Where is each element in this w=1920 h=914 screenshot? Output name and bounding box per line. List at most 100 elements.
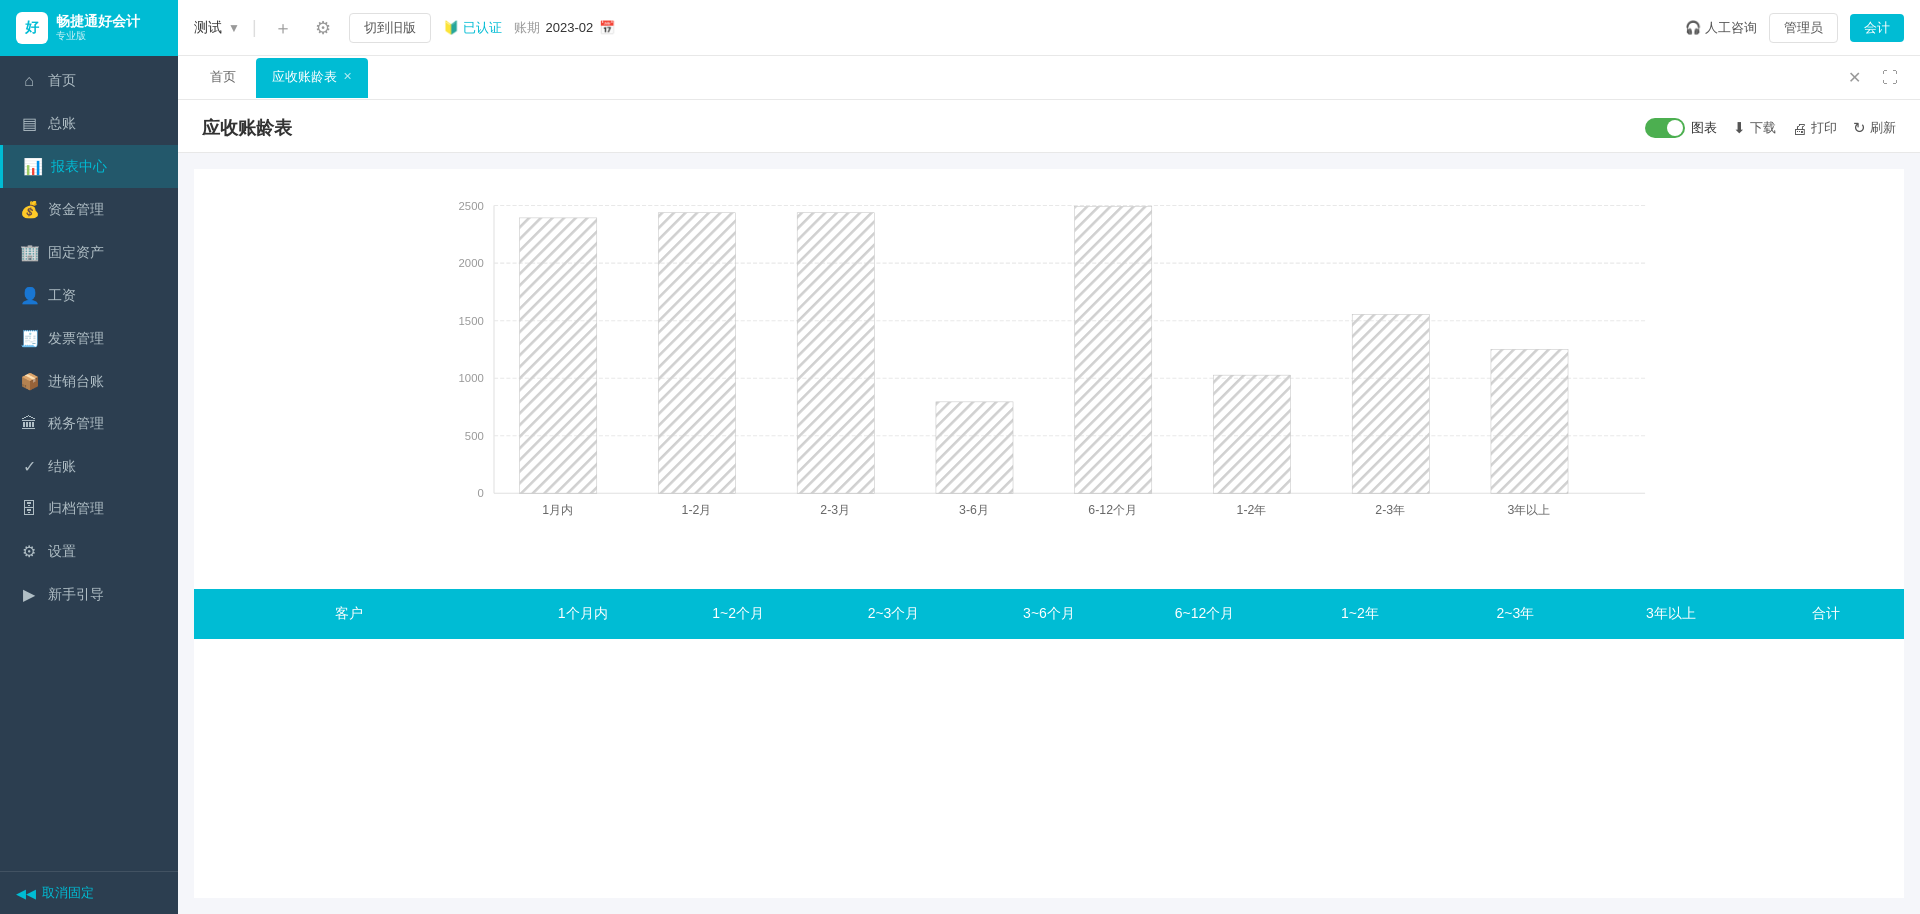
tab-close-icon[interactable]: ✕	[343, 70, 352, 83]
sidebar-label-checkout: 结账	[48, 458, 76, 476]
sidebar-item-general-ledger[interactable]: ▤ 总账	[0, 102, 178, 145]
topbar-gear-icon[interactable]: ⚙	[309, 14, 337, 42]
bar-3	[797, 213, 874, 494]
page-header: 应收账龄表 图表 ⬇ 下载 🖨 打印	[178, 100, 1920, 153]
print-btn[interactable]: 🖨 打印	[1792, 119, 1837, 137]
headset-icon: 🎧	[1685, 20, 1701, 35]
sidebar-item-settings[interactable]: ⚙ 设置	[0, 530, 178, 573]
svg-text:1月内: 1月内	[542, 503, 573, 517]
sales-purchase-icon: 📦	[20, 372, 38, 391]
funds-icon: 💰	[20, 200, 38, 219]
svg-text:0: 0	[477, 487, 483, 499]
switch-old-btn[interactable]: 切到旧版	[349, 13, 431, 43]
tab-close-window-btn[interactable]: ✕	[1840, 64, 1868, 92]
period-value: 2023-02	[546, 20, 594, 35]
svg-text:3年以上: 3年以上	[1508, 503, 1551, 517]
sidebar-item-tax[interactable]: 🏛 税务管理	[0, 403, 178, 445]
accountant-btn[interactable]: 会计	[1850, 14, 1904, 42]
pin-icon: ◀◀	[16, 886, 36, 901]
main-area: 测试 ▼ | ＋ ⚙ 切到旧版 🔰 已认证 账期 2023-02 📅 🎧 人工咨…	[178, 0, 1920, 914]
svg-text:1000: 1000	[459, 372, 484, 384]
consult-btn[interactable]: 🎧 人工咨询	[1685, 19, 1757, 37]
app-logo-text: 畅捷通好会计 专业版	[56, 13, 140, 44]
tab-home[interactable]: 首页	[194, 58, 252, 98]
topbar-right: 🎧 人工咨询 管理员 会计	[1685, 13, 1904, 43]
th-2-3month: 2~3个月	[816, 589, 971, 639]
chart-toggle[interactable]	[1645, 118, 1685, 138]
svg-text:1500: 1500	[459, 315, 484, 327]
add-project-btn[interactable]: ＋	[269, 14, 297, 42]
sidebar-label-invoice: 发票管理	[48, 330, 104, 348]
sidebar-label-fixed-assets: 固定资产	[48, 244, 104, 262]
sidebar-item-reports[interactable]: 📊 报表中心	[0, 145, 178, 188]
sidebar-item-invoice[interactable]: 🧾 发票管理	[0, 317, 178, 360]
sidebar-item-sales-purchase[interactable]: 📦 进销台账	[0, 360, 178, 403]
print-icon: 🖨	[1792, 120, 1807, 137]
sidebar-label-settings: 设置	[48, 543, 76, 561]
manager-btn[interactable]: 管理员	[1769, 13, 1838, 43]
payroll-icon: 👤	[20, 286, 38, 305]
sidebar-label-tax: 税务管理	[48, 415, 104, 433]
refresh-icon: ↻	[1853, 119, 1866, 137]
sep-1: |	[252, 17, 257, 38]
checkout-icon: ✓	[20, 457, 38, 476]
ledger-icon: ▤	[20, 114, 38, 133]
refresh-btn[interactable]: ↻ 刷新	[1853, 119, 1896, 137]
tabs-actions: ✕ ⛶	[1840, 64, 1904, 92]
tax-icon: 🏛	[20, 415, 38, 433]
page-title: 应收账龄表	[202, 116, 292, 140]
th-3year-plus: 3年以上	[1593, 589, 1748, 639]
svg-text:500: 500	[465, 430, 484, 442]
project-name: 测试	[194, 19, 222, 37]
period-selector[interactable]: 账期 2023-02 📅	[514, 19, 616, 37]
sidebar-item-archive[interactable]: 🗄 归档管理	[0, 488, 178, 530]
verified-text: 已认证	[463, 19, 502, 37]
reports-icon: 📊	[23, 157, 41, 176]
sidebar-logo: 好 畅捷通好会计 专业版	[0, 0, 178, 56]
consult-text: 人工咨询	[1705, 19, 1757, 37]
tab-ar-aging-label: 应收账龄表	[272, 68, 337, 86]
sidebar-item-fixed-assets[interactable]: 🏢 固定资产	[0, 231, 178, 274]
sidebar-item-checkout[interactable]: ✓ 结账	[0, 445, 178, 488]
topbar: 测试 ▼ | ＋ ⚙ 切到旧版 🔰 已认证 账期 2023-02 📅 🎧 人工咨…	[178, 0, 1920, 56]
th-1-2month: 1~2个月	[660, 589, 815, 639]
content-scroll[interactable]: 应收账龄表 图表 ⬇ 下载 🖨 打印	[178, 100, 1920, 914]
th-total: 合计	[1749, 589, 1904, 639]
svg-text:3-6月: 3-6月	[959, 503, 989, 517]
svg-text:1-2年: 1-2年	[1237, 503, 1267, 517]
cancel-fixed-btn[interactable]: ◀◀ 取消固定	[0, 871, 178, 914]
bar-7	[1352, 315, 1429, 494]
th-3-6month: 3~6个月	[971, 589, 1126, 639]
sidebar-label-home: 首页	[48, 72, 76, 90]
download-btn[interactable]: ⬇ 下载	[1733, 119, 1776, 137]
sidebar-item-guide[interactable]: ▶ 新手引导	[0, 573, 178, 616]
sidebar-item-home[interactable]: ⌂ 首页	[0, 60, 178, 102]
svg-text:6-12个月: 6-12个月	[1088, 503, 1137, 517]
sidebar-label-payroll: 工资	[48, 287, 76, 305]
sidebar: 好 畅捷通好会计 专业版 ⌂ 首页 ▤ 总账 📊 报表中心 💰 资金管理 🏢 固…	[0, 0, 178, 914]
th-1month: 1个月内	[505, 589, 660, 639]
sidebar-label-archive: 归档管理	[48, 500, 104, 518]
print-label: 打印	[1811, 119, 1837, 137]
toggle-knob	[1667, 120, 1683, 136]
th-2-3year: 2~3年	[1438, 589, 1593, 639]
download-label: 下载	[1750, 119, 1776, 137]
bar-8	[1491, 349, 1568, 493]
page-actions: 图表 ⬇ 下载 🖨 打印 ↻ 刷新	[1645, 118, 1896, 138]
sidebar-item-funds[interactable]: 💰 资金管理	[0, 188, 178, 231]
th-6-12month: 6~12个月	[1127, 589, 1282, 639]
chart-toggle-wrap: 图表	[1645, 118, 1717, 138]
tab-ar-aging[interactable]: 应收账龄表 ✕	[256, 58, 368, 98]
archive-icon: 🗄	[20, 500, 38, 518]
sidebar-item-payroll[interactable]: 👤 工资	[0, 274, 178, 317]
th-customer: 客户	[194, 589, 505, 639]
cancel-fixed-label: 取消固定	[42, 884, 94, 902]
project-selector[interactable]: 测试 ▼	[194, 19, 240, 37]
verified-status: 🔰 已认证	[443, 19, 502, 37]
tab-expand-btn[interactable]: ⛶	[1876, 64, 1904, 92]
home-icon: ⌂	[20, 72, 38, 90]
app-name: 畅捷通好会计	[56, 13, 140, 30]
tabs-bar: 首页 应收账龄表 ✕ ✕ ⛶	[178, 56, 1920, 100]
calendar-icon: 📅	[599, 20, 615, 35]
settings-icon: ⚙	[20, 542, 38, 561]
